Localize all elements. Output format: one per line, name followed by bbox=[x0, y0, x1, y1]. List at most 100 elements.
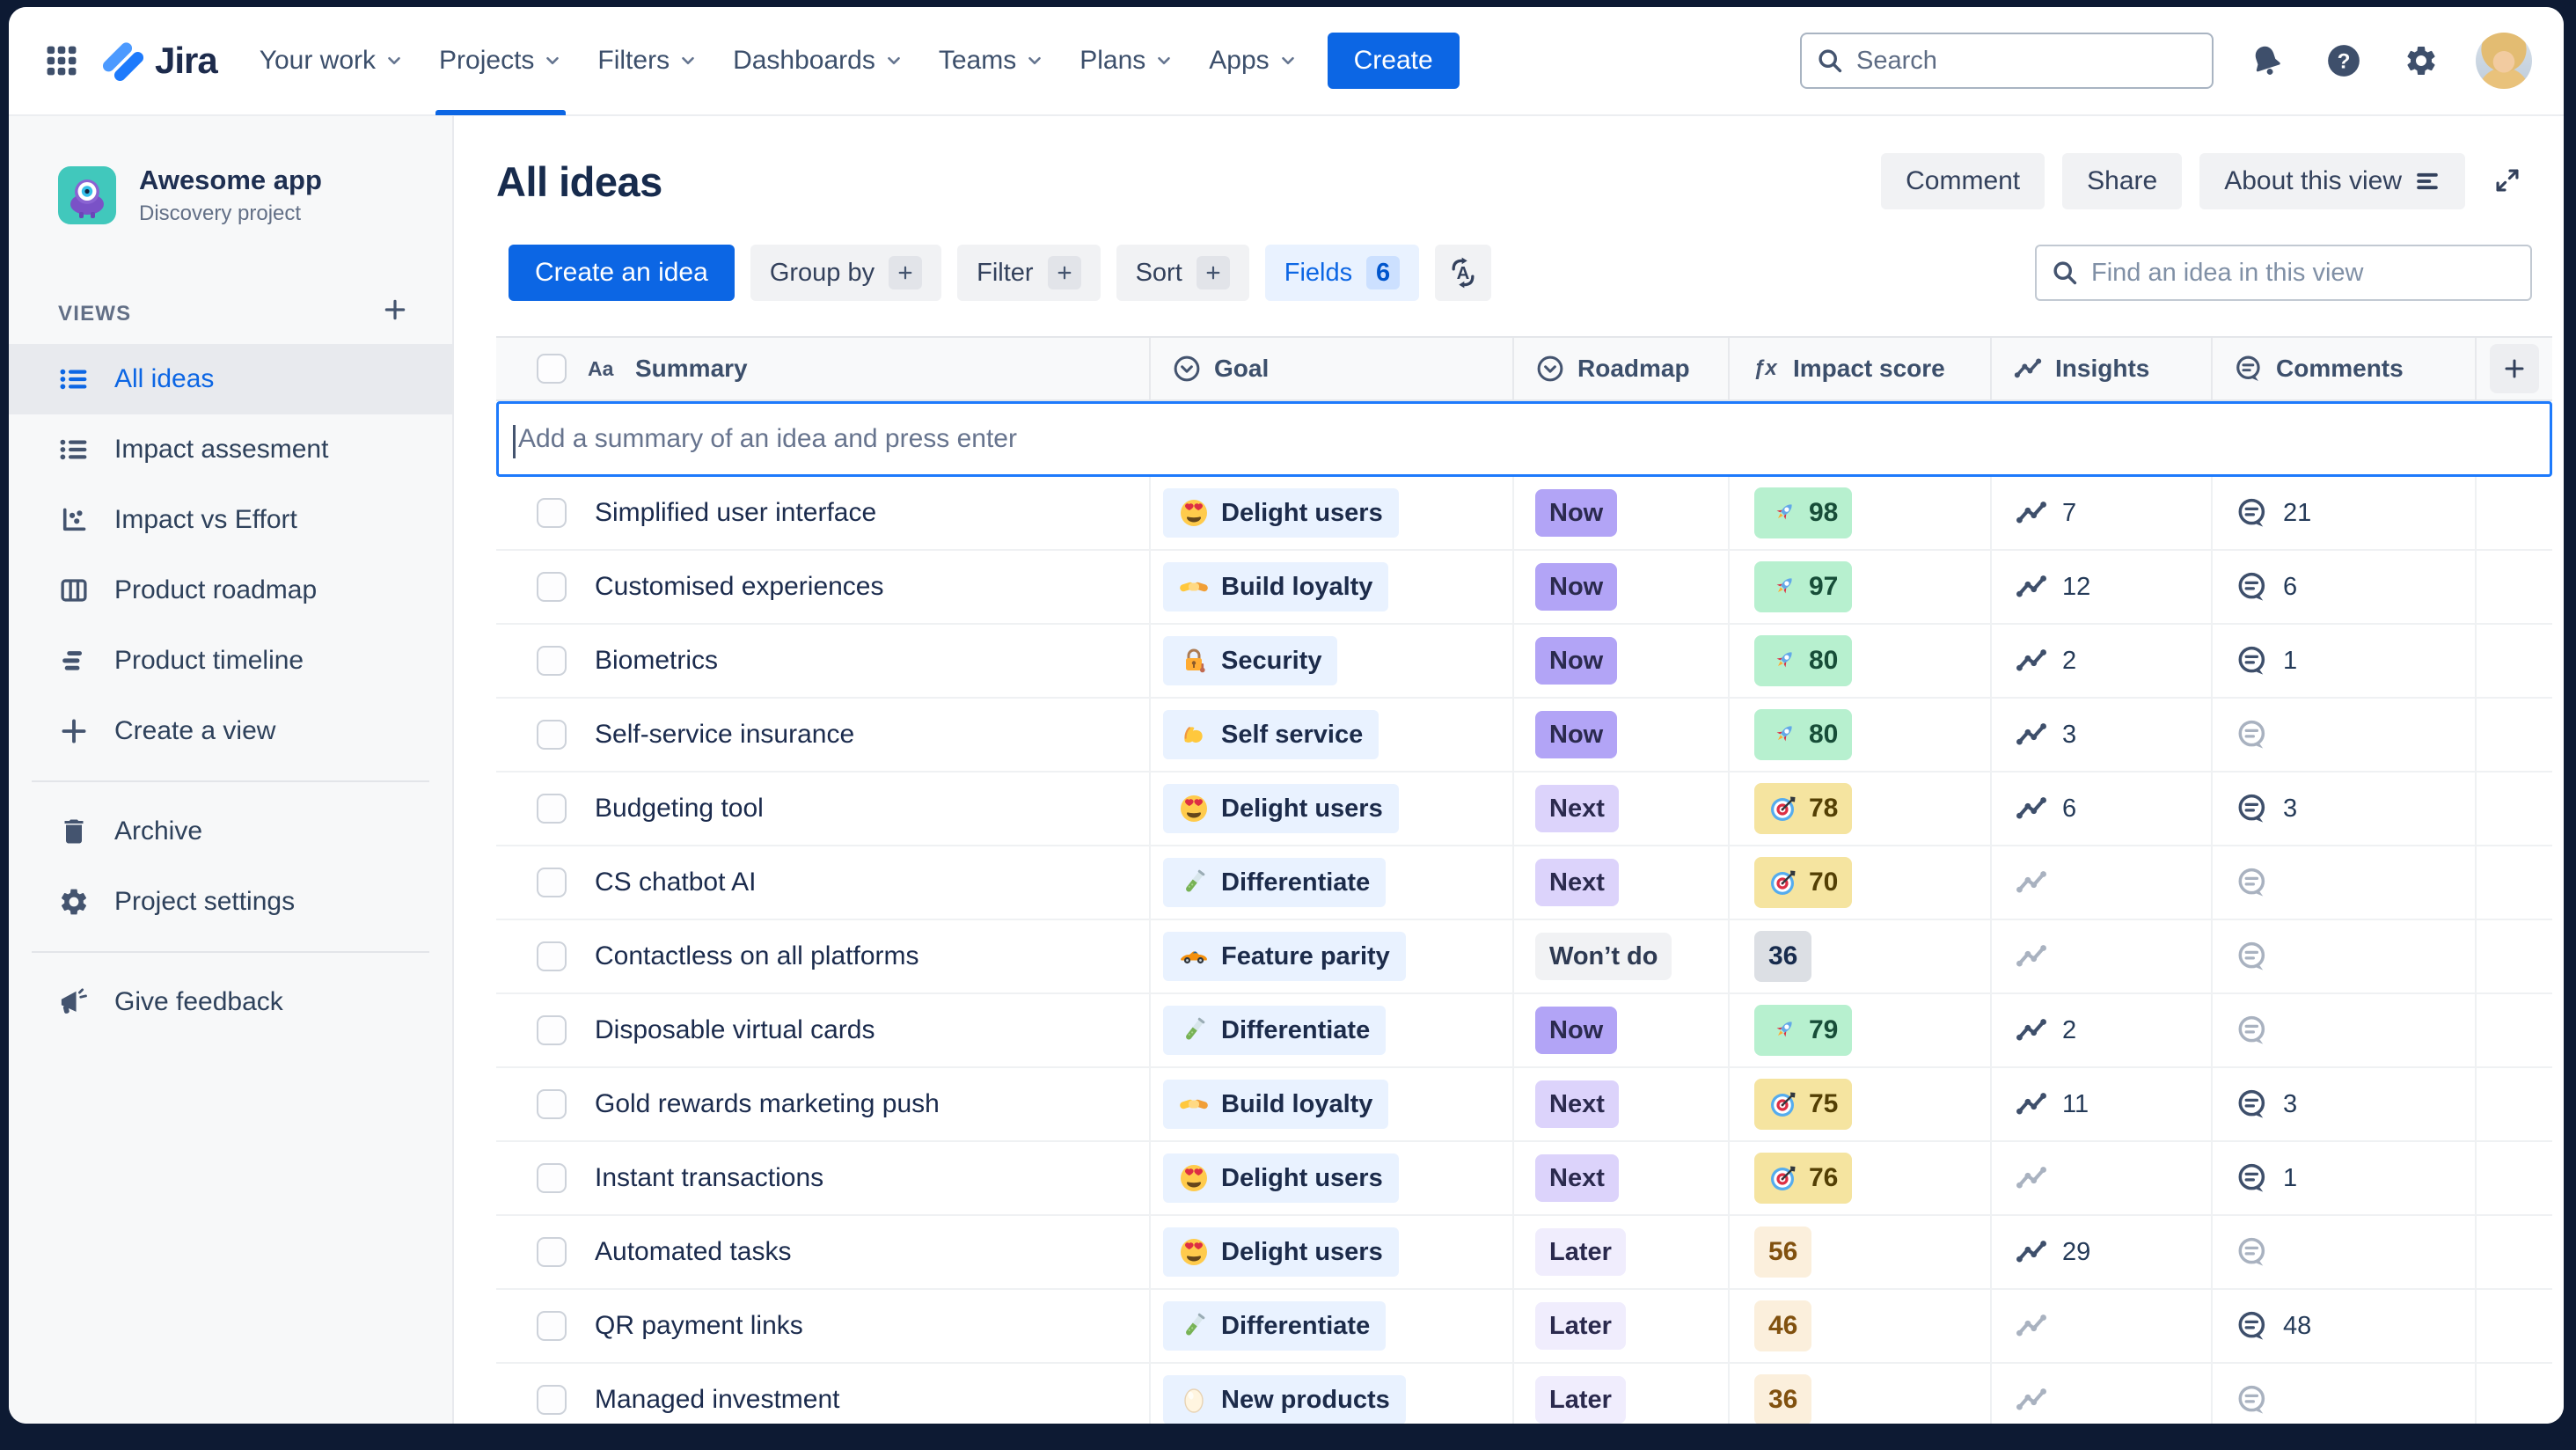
help-icon[interactable]: ? bbox=[2321, 38, 2367, 84]
goal-chip[interactable]: Security bbox=[1163, 636, 1338, 685]
impact-score-chip[interactable]: 36 bbox=[1754, 931, 1812, 982]
column-header-roadmap[interactable]: Roadmap bbox=[1514, 338, 1730, 399]
nav-item[interactable]: Projects bbox=[421, 7, 580, 115]
user-avatar[interactable] bbox=[2476, 33, 2532, 89]
roadmap-chip[interactable]: Next bbox=[1535, 1154, 1619, 1202]
column-header-summary[interactable]: Aa Summary bbox=[496, 338, 1151, 399]
roadmap-chip[interactable]: Next bbox=[1535, 785, 1619, 832]
impact-score-chip[interactable]: 98 bbox=[1754, 487, 1853, 538]
impact-score-chip[interactable]: 75 bbox=[1754, 1079, 1853, 1130]
insights-cell[interactable] bbox=[1992, 1142, 2213, 1214]
goal-chip[interactable]: Delight users bbox=[1163, 488, 1399, 538]
idea-summary[interactable]: Managed investment bbox=[595, 1385, 840, 1415]
insights-cell[interactable] bbox=[1992, 920, 2213, 992]
row-checkbox[interactable] bbox=[537, 646, 567, 676]
add-idea-input[interactable] bbox=[499, 404, 2550, 474]
nav-item[interactable]: Your work bbox=[242, 7, 421, 115]
comments-cell[interactable] bbox=[2213, 1216, 2477, 1288]
settings-gear-icon[interactable] bbox=[2398, 38, 2444, 84]
goal-chip[interactable]: Build loyalty bbox=[1163, 562, 1389, 611]
goal-chip[interactable]: Differentiate bbox=[1163, 1006, 1387, 1055]
impact-score-chip[interactable]: 70 bbox=[1754, 857, 1853, 908]
goal-chip[interactable]: Differentiate bbox=[1163, 1301, 1387, 1351]
goal-chip[interactable]: Build loyalty bbox=[1163, 1080, 1389, 1129]
insights-cell[interactable]: 2 bbox=[1992, 994, 2213, 1066]
impact-score-chip[interactable]: 36 bbox=[1754, 1374, 1812, 1424]
project-header[interactable]: Awesome app Discovery project bbox=[58, 165, 452, 226]
sidebar-item-archive[interactable]: Archive bbox=[9, 796, 452, 867]
row-checkbox[interactable] bbox=[537, 720, 567, 750]
comments-cell[interactable]: 3 bbox=[2213, 1068, 2477, 1140]
goal-chip[interactable]: Differentiate bbox=[1163, 858, 1387, 907]
insights-cell[interactable] bbox=[1992, 1364, 2213, 1424]
roadmap-chip[interactable]: Next bbox=[1535, 859, 1619, 906]
create-button[interactable]: Create bbox=[1327, 33, 1460, 89]
goal-chip[interactable]: New products bbox=[1163, 1375, 1406, 1424]
goal-chip[interactable]: Self service bbox=[1163, 710, 1379, 759]
about-this-view-button[interactable]: About this view bbox=[2199, 153, 2465, 209]
idea-summary[interactable]: Instant transactions bbox=[595, 1163, 823, 1193]
translate-icon[interactable]: A bbox=[1435, 245, 1492, 301]
row-checkbox[interactable] bbox=[537, 868, 567, 897]
insights-cell[interactable]: 3 bbox=[1992, 699, 2213, 771]
column-header-comments[interactable]: Comments bbox=[2213, 338, 2477, 399]
goal-chip[interactable]: Delight users bbox=[1163, 1227, 1399, 1277]
comments-cell[interactable]: 6 bbox=[2213, 551, 2477, 623]
roadmap-chip[interactable]: Now bbox=[1535, 1007, 1618, 1054]
idea-summary[interactable]: Simplified user interface bbox=[595, 498, 876, 528]
row-checkbox[interactable] bbox=[537, 794, 567, 824]
impact-score-chip[interactable]: 56 bbox=[1754, 1227, 1812, 1278]
fullscreen-expand-icon[interactable] bbox=[2483, 157, 2532, 206]
roadmap-chip[interactable]: Later bbox=[1535, 1228, 1626, 1276]
idea-summary[interactable]: Customised experiences bbox=[595, 572, 884, 602]
row-checkbox[interactable] bbox=[537, 1311, 567, 1341]
sidebar-item-all-ideas[interactable]: All ideas bbox=[9, 344, 452, 414]
impact-score-chip[interactable]: 97 bbox=[1754, 561, 1853, 612]
row-checkbox[interactable] bbox=[537, 1015, 567, 1045]
comments-cell[interactable]: 1 bbox=[2213, 625, 2477, 697]
comments-cell[interactable] bbox=[2213, 994, 2477, 1066]
select-all-checkbox[interactable] bbox=[537, 354, 567, 384]
impact-score-chip[interactable]: 78 bbox=[1754, 783, 1853, 834]
impact-score-chip[interactable]: 76 bbox=[1754, 1153, 1853, 1204]
insights-cell[interactable]: 11 bbox=[1992, 1068, 2213, 1140]
impact-score-chip[interactable]: 80 bbox=[1754, 635, 1853, 686]
sidebar-item-project-settings[interactable]: Project settings bbox=[9, 867, 452, 937]
filter-button[interactable]: Filter bbox=[957, 245, 1101, 301]
comments-cell[interactable]: 1 bbox=[2213, 1142, 2477, 1214]
impact-score-chip[interactable]: 80 bbox=[1754, 709, 1853, 760]
goal-chip[interactable]: Delight users bbox=[1163, 1153, 1399, 1203]
sidebar-item-impact-assesment[interactable]: Impact assesment bbox=[9, 414, 452, 485]
comment-button[interactable]: Comment bbox=[1881, 153, 2045, 209]
comments-cell[interactable] bbox=[2213, 699, 2477, 771]
roadmap-chip[interactable]: Now bbox=[1535, 637, 1618, 685]
row-checkbox[interactable] bbox=[537, 1385, 567, 1415]
insights-cell[interactable]: 12 bbox=[1992, 551, 2213, 623]
roadmap-chip[interactable]: Now bbox=[1535, 711, 1618, 758]
insights-cell[interactable]: 6 bbox=[1992, 773, 2213, 845]
row-checkbox[interactable] bbox=[537, 941, 567, 971]
row-checkbox[interactable] bbox=[537, 572, 567, 602]
nav-item[interactable]: Apps bbox=[1191, 7, 1314, 115]
comments-cell[interactable]: 48 bbox=[2213, 1290, 2477, 1362]
roadmap-chip[interactable]: Now bbox=[1535, 489, 1618, 537]
idea-summary[interactable]: Gold rewards marketing push bbox=[595, 1089, 940, 1119]
goal-chip[interactable]: Delight users bbox=[1163, 784, 1399, 833]
sidebar-item-create-a-view[interactable]: Create a view bbox=[9, 696, 452, 766]
row-checkbox[interactable] bbox=[537, 1163, 567, 1193]
sidebar-item-impact-vs-effort[interactable]: Impact vs Effort bbox=[9, 485, 452, 555]
idea-summary[interactable]: Automated tasks bbox=[595, 1237, 791, 1267]
row-checkbox[interactable] bbox=[537, 498, 567, 528]
idea-summary[interactable]: QR payment links bbox=[595, 1311, 803, 1341]
nav-item[interactable]: Dashboards bbox=[715, 7, 921, 115]
comments-cell[interactable] bbox=[2213, 1364, 2477, 1424]
idea-summary[interactable]: Self-service insurance bbox=[595, 720, 854, 750]
idea-summary[interactable]: Disposable virtual cards bbox=[595, 1015, 875, 1045]
insights-cell[interactable]: 2 bbox=[1992, 625, 2213, 697]
sidebar-item-product-roadmap[interactable]: Product roadmap bbox=[9, 555, 452, 626]
comments-cell[interactable] bbox=[2213, 920, 2477, 992]
find-idea-input[interactable] bbox=[2035, 245, 2532, 301]
insights-cell[interactable]: 29 bbox=[1992, 1216, 2213, 1288]
impact-score-chip[interactable]: 79 bbox=[1754, 1005, 1853, 1056]
column-header-insights[interactable]: Insights bbox=[1992, 338, 2213, 399]
